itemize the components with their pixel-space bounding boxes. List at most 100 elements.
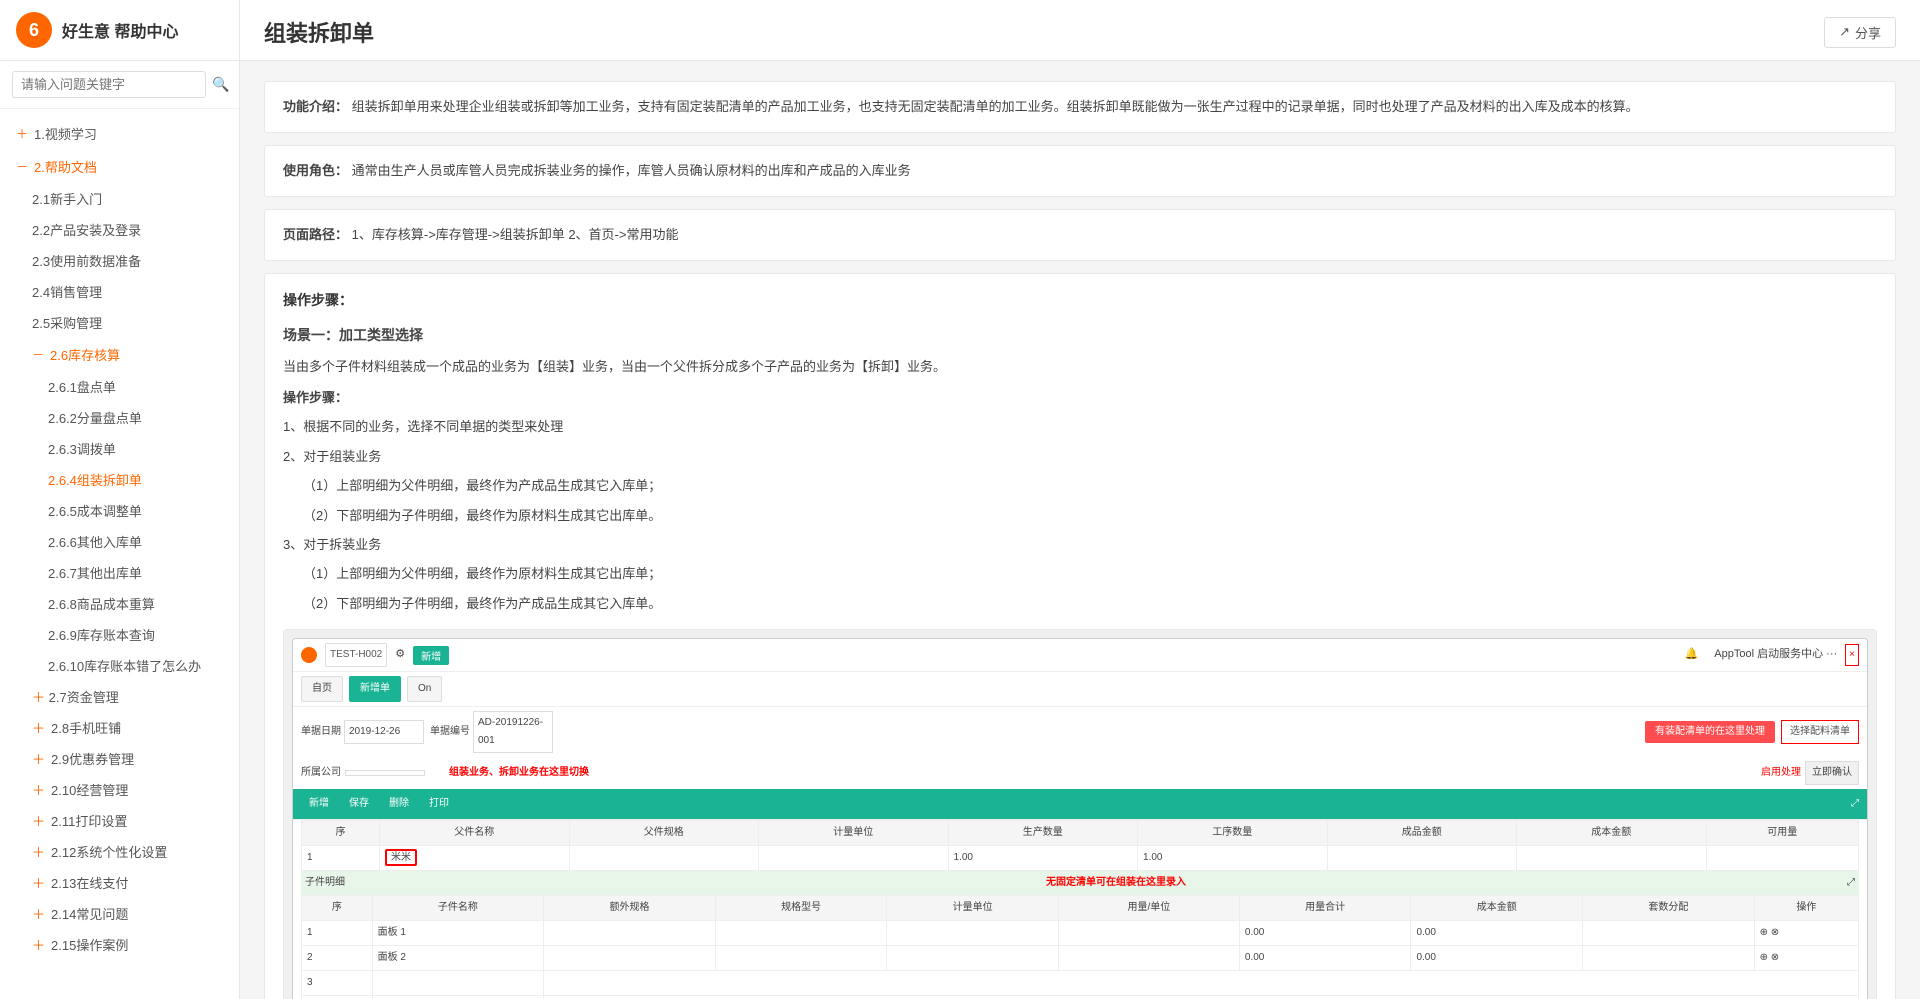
- td-cost-amt: [1517, 846, 1707, 871]
- mock-logo-icon: [301, 647, 317, 663]
- td2-unit-2: [887, 946, 1059, 971]
- step3: 3、对于拆装业务: [283, 533, 1877, 556]
- sidebar-child-finance[interactable]: ＋ 2.7资金管理: [0, 681, 239, 712]
- share-button[interactable]: ↗ 分享: [1824, 17, 1896, 48]
- ops-steps-subtitle: 操作步骤：: [283, 386, 1877, 409]
- mock-add-btn[interactable]: 新增: [413, 646, 449, 665]
- sidebar-child-assembly[interactable]: 2.6.4组装拆卸单: [0, 464, 239, 495]
- mock-section2-header: 子件明细 无固定清单可在组装在这里录入 ⤢: [301, 871, 1859, 895]
- mock-billno-input[interactable]: AD-20191226-001: [473, 711, 553, 753]
- intro-label: 功能介绍：: [283, 99, 348, 114]
- mock-tab-new[interactable]: 新增单: [349, 676, 401, 702]
- search-input[interactable]: [12, 71, 206, 98]
- sidebar-item-docs[interactable]: － 2.帮助文档: [0, 150, 239, 183]
- sidebar: 6 好生意 帮助中心 🔍 ＋ 1.视频学习 － 2.帮助文档 2.1新手入门 2…: [0, 0, 240, 999]
- mock-tab-on[interactable]: On: [407, 676, 442, 702]
- sidebar-child-otherin[interactable]: 2.6.6其他入库单: [0, 526, 239, 557]
- th-name: 父件名称: [380, 821, 570, 846]
- logo-text: 好生意 帮助中心: [62, 18, 178, 42]
- td2-alloc2: [1583, 946, 1755, 971]
- step3-1: （1）上部明细为父件明细，最终作为原材料生成其它出库单；: [283, 562, 1877, 585]
- td2-spec: [715, 921, 887, 946]
- sidebar-child-purchase[interactable]: 2.5采购管理: [0, 307, 239, 338]
- sidebar-child-costadj[interactable]: 2.6.5成本调整单: [0, 495, 239, 526]
- mock-annotation-btn1: 有装配清单的在这里处理: [1645, 721, 1775, 743]
- sidebar-child-ledger[interactable]: 2.6.9库存账本查询: [0, 619, 239, 650]
- nav-tree: ＋ 1.视频学习 － 2.帮助文档 2.1新手入门 2.2产品安装及登录 2.3…: [0, 109, 239, 999]
- th2-spec: 规格型号: [715, 896, 887, 921]
- sidebar-child-sales[interactable]: 2.4销售管理: [0, 276, 239, 307]
- mock-table2-wrapper: 子件明细 无固定清单可在组装在这里录入 ⤢ 序 子件名称: [301, 871, 1859, 999]
- sidebar-child-newbie[interactable]: 2.1新手入门: [0, 183, 239, 214]
- th-cost-amount: 成本金额: [1517, 821, 1707, 846]
- sidebar-child-ops[interactable]: ＋ 2.10经营管理: [0, 774, 239, 805]
- sidebar-child-cases[interactable]: ＋ 2.15操作案例: [0, 929, 239, 960]
- page-title: 组装拆卸单: [264, 16, 374, 48]
- td2-name2: 面板 2: [372, 946, 544, 971]
- screenshot-inner: TEST-H002 ⚙ 新增 🔔 AppTool 启动服务中心 ··· × 自页…: [284, 630, 1876, 999]
- minus-icon-inventory: －: [32, 346, 44, 363]
- td2-ops-btns: ⊕ ⊗: [1754, 921, 1858, 946]
- mock-section-tab4[interactable]: 打印: [421, 793, 457, 815]
- mock-table1-body: 1 米米 1.00 1.00: [302, 846, 1859, 871]
- sidebar-child-print[interactable]: ＋ 2.11打印设置: [0, 805, 239, 836]
- mock-company-input[interactable]: [345, 770, 425, 776]
- sidebar-child-stocktake[interactable]: 2.6.1盘点单: [0, 371, 239, 402]
- td2-unit2-2: [1058, 946, 1239, 971]
- th-produce: 生产数量: [948, 821, 1138, 846]
- td2-total2: 0.00: [1239, 946, 1411, 971]
- table-row-2-1: 1 面板 1 0.00 0.00: [302, 921, 1859, 946]
- mock-close-icon[interactable]: ×: [1845, 644, 1859, 666]
- td2-seq: 1: [302, 921, 373, 946]
- mock-item-name[interactable]: 米米: [385, 849, 417, 866]
- sidebar-item-video-label: 1.视频学习: [34, 124, 97, 143]
- td-produce: 1.00: [948, 846, 1138, 871]
- sidebar-child-faq[interactable]: ＋ 2.14常见问题: [0, 898, 239, 929]
- mock-billno-label: 单据编号: [430, 723, 470, 741]
- td2-name3: [372, 971, 544, 996]
- search-button[interactable]: 🔍: [212, 76, 229, 93]
- mock-date-input[interactable]: 2019-12-26: [344, 720, 424, 744]
- sidebar-child-install[interactable]: 2.2产品安装及登录: [0, 214, 239, 245]
- sidebar-child-coupon[interactable]: ＋ 2.9优惠券管理: [0, 743, 239, 774]
- sidebar-child-otherout[interactable]: 2.6.7其他出库单: [0, 557, 239, 588]
- sidebar-child-costcalc[interactable]: 2.6.8商品成本重算: [0, 588, 239, 619]
- role-block: 使用角色： 通常由生产人员或库管人员完成拆装业务的操作，库管人员确认原材料的出库…: [264, 145, 1896, 197]
- steps-block: 操作步骤： 场景一：加工类型选择 当由多个子件材料组装成一个成品的业务为【组装】…: [264, 273, 1896, 999]
- sidebar-item-inventory[interactable]: － 2.6库存核算: [0, 338, 239, 371]
- td2-copy-btn2[interactable]: ⊕: [1760, 952, 1768, 963]
- mock-expand-icon2[interactable]: ⤢: [1847, 874, 1855, 892]
- sidebar-child-ledgererr[interactable]: 2.6.10库存账本错了怎么办: [0, 650, 239, 681]
- minus-icon: －: [16, 158, 28, 175]
- mock-select-list-btn[interactable]: 选择配料清单: [1781, 720, 1859, 744]
- td-avail: [1706, 846, 1858, 871]
- sidebar-child-data[interactable]: 2.3使用前数据准备: [0, 245, 239, 276]
- step1: 1、根据不同的业务，选择不同单据的类型来处理: [283, 415, 1877, 438]
- mock-table-child: 序 子件名称 额外规格 规格型号 计量单位 用量/单位 用量合计 成本金额: [301, 895, 1859, 999]
- mock-annotation5: 无固定清单可在组装在这里录入: [1046, 874, 1186, 892]
- mock-section-tab-active[interactable]: 新增: [301, 793, 337, 815]
- th-process: 工序数量: [1138, 821, 1328, 846]
- sidebar-child-mobile[interactable]: ＋ 2.8手机旺铺: [0, 712, 239, 743]
- mock-section-tab3[interactable]: 删除: [381, 793, 417, 815]
- th2-amount: 成本金额: [1411, 896, 1583, 921]
- sidebar-child-adjust[interactable]: 2.6.3调拨单: [0, 433, 239, 464]
- search-bar: 🔍: [0, 61, 239, 109]
- th2-unit2: 用量/单位: [1058, 896, 1239, 921]
- td2-copy-btn[interactable]: ⊕: [1760, 927, 1768, 938]
- td2-del-btn[interactable]: ⊗: [1771, 927, 1779, 938]
- sidebar-child-partstock[interactable]: 2.6.2分量盘点单: [0, 402, 239, 433]
- mock-section-tabs: 新增 保存 删除 打印 ⤢: [293, 789, 1867, 820]
- td2-del-btn2[interactable]: ⊗: [1771, 952, 1779, 963]
- sidebar-item-video[interactable]: ＋ 1.视频学习: [0, 117, 239, 150]
- mock-section-tab2[interactable]: 保存: [341, 793, 377, 815]
- mock-tab-home[interactable]: 自页: [301, 676, 343, 702]
- sidebar-child-custom[interactable]: ＋ 2.12系统个性化设置: [0, 836, 239, 867]
- th-product-amount: 成品金额: [1327, 821, 1517, 846]
- th2-name: 子件名称: [372, 896, 544, 921]
- mock-company-select[interactable]: TEST-H002: [325, 643, 387, 667]
- sidebar-child-pay[interactable]: ＋ 2.13在线支付: [0, 867, 239, 898]
- mock-table2-body: 1 面板 1 0.00 0.00: [302, 921, 1859, 999]
- mock-confirm-btn[interactable]: 立即确认: [1805, 761, 1859, 785]
- mock-icon-expand[interactable]: ⤢: [1851, 795, 1859, 813]
